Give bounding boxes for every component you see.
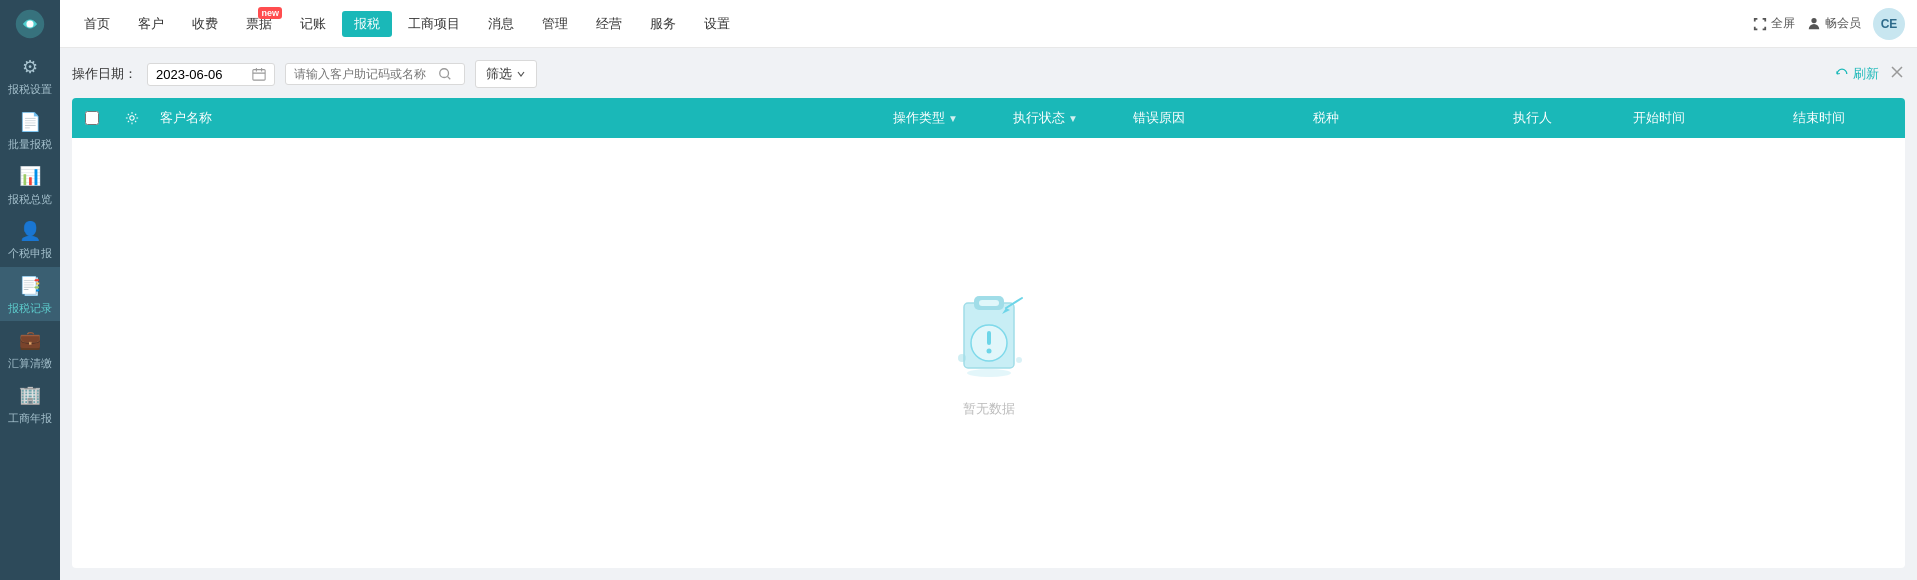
svg-point-1 — [26, 20, 33, 27]
nav-item-baoshui[interactable]: 报税 — [342, 11, 392, 37]
th-shuizhong: 税种 — [1305, 109, 1505, 127]
toolbar: 操作日期： 筛选 — [72, 60, 1905, 88]
nav-item-gongshanxiangmu[interactable]: 工商项目 — [396, 11, 472, 37]
svg-rect-7 — [979, 300, 999, 306]
nav-item-shezhi[interactable]: 设置 — [692, 11, 742, 37]
calendar-icon — [252, 67, 266, 81]
geshuishenbao-icon: 👤 — [19, 220, 41, 243]
content-area: 操作日期： 筛选 — [60, 48, 1917, 580]
gongshangnianba-icon: 🏢 — [19, 384, 41, 407]
svg-point-10 — [986, 349, 991, 354]
svg-point-13 — [967, 369, 1011, 377]
sidebar-item-piliangshuishui-label: 批量报税 — [8, 137, 52, 151]
select-all-checkbox[interactable] — [85, 111, 99, 125]
chevron-down-icon — [516, 69, 526, 79]
date-picker[interactable] — [147, 63, 275, 86]
nav-item-jizhang[interactable]: 记账 — [288, 11, 338, 37]
nav-item-kehu[interactable]: 客户 — [126, 11, 176, 37]
th-zhixing-ren: 执行人 — [1505, 109, 1625, 127]
nav-item-shouye[interactable]: 首页 — [72, 11, 122, 37]
search-input[interactable] — [294, 67, 434, 81]
th-gear[interactable] — [112, 111, 152, 125]
sidebar-item-piliangshuishui[interactable]: 📄 批量报税 — [0, 103, 60, 158]
nav-item-piaoju[interactable]: 票据 new — [234, 11, 284, 37]
baoshuijilu-icon: 📑 — [19, 275, 41, 298]
main-area: 首页 客户 收费 票据 new 记账 报税 工商项目 消息 — [60, 0, 1917, 580]
th-kaishi-shijian: 开始时间 — [1625, 109, 1785, 127]
empty-illustration — [944, 288, 1034, 388]
sidebar-item-geshuishenbao-label: 个税申报 — [8, 246, 52, 260]
close-button[interactable] — [1889, 64, 1905, 84]
baoshuishezhi-icon: ⚙ — [22, 56, 38, 79]
search-box[interactable] — [285, 63, 465, 85]
sidebar-item-baoshuijilu-label: 报税记录 — [8, 301, 52, 315]
huisuanjiaona-icon: 💼 — [19, 329, 41, 352]
date-input-field[interactable] — [156, 67, 246, 82]
refresh-button[interactable]: 刷新 — [1835, 65, 1879, 83]
search-icon — [438, 67, 452, 81]
fullscreen-button[interactable]: 全屏 — [1753, 15, 1795, 32]
sidebar-item-geshuishenbao[interactable]: 👤 个税申报 — [0, 212, 60, 267]
nav-items: 首页 客户 收费 票据 new 记账 报税 工商项目 消息 — [72, 11, 1753, 37]
svg-rect-2 — [253, 70, 265, 81]
svg-point-14 — [958, 354, 966, 362]
sidebar-item-baoshuijilu[interactable]: 📑 报税记录 — [0, 267, 60, 322]
sidebar-item-gongshangnianba-label: 工商年报 — [8, 411, 52, 425]
nav-item-shoufei[interactable]: 收费 — [180, 11, 230, 37]
filter-button[interactable]: 筛选 — [475, 60, 537, 88]
sidebar-item-baoshuishezhi[interactable]: ⚙ 报税设置 — [0, 48, 60, 103]
th-kehu-mingcheng: 客户名称 — [152, 109, 885, 127]
table-header: 客户名称 操作类型 ▼ 执行状态 ▼ 错误原因 税种 执行人 — [72, 98, 1905, 138]
svg-point-4 — [130, 116, 134, 120]
th-caozuo-leixing[interactable]: 操作类型 ▼ — [885, 109, 1005, 127]
nav-item-xiaoxi[interactable]: 消息 — [476, 11, 526, 37]
nav-item-jingying[interactable]: 经营 — [584, 11, 634, 37]
sidebar: ⚙ 报税设置 📄 批量报税 📊 报税总览 👤 个税申报 📑 报税记录 💼 汇算清… — [0, 0, 60, 580]
th-jieshu-shijian: 结束时间 — [1785, 109, 1905, 127]
gear-icon — [125, 111, 139, 125]
sidebar-item-baoshuizonglan[interactable]: 📊 报税总览 — [0, 157, 60, 212]
top-navigation: 首页 客户 收费 票据 new 记账 报税 工商项目 消息 — [60, 0, 1917, 48]
piaoju-badge: new — [258, 7, 282, 19]
sidebar-item-baoshuizonglan-label: 报税总览 — [8, 192, 52, 206]
sidebar-item-huisuanjiaona[interactable]: 💼 汇算清缴 — [0, 321, 60, 376]
th-cuowu-yuanyin: 错误原因 — [1125, 109, 1305, 127]
th-checkbox[interactable] — [72, 111, 112, 125]
sort-zhixing-icon: ▼ — [1068, 113, 1078, 124]
sidebar-item-huisuanjiaona-label: 汇算清缴 — [8, 356, 52, 370]
sidebar-item-baoshuishezhi-label: 报税设置 — [8, 82, 52, 96]
refresh-label: 刷新 — [1853, 65, 1879, 83]
nav-item-guanli[interactable]: 管理 — [530, 11, 580, 37]
user-avatar[interactable]: CE — [1873, 8, 1905, 40]
sidebar-logo — [0, 0, 60, 48]
empty-state: 暂无数据 — [72, 138, 1905, 568]
data-table: 客户名称 操作类型 ▼ 执行状态 ▼ 错误原因 税种 执行人 — [72, 98, 1905, 568]
filter-label: 筛选 — [486, 65, 512, 83]
refresh-icon — [1835, 67, 1849, 81]
date-label: 操作日期： — [72, 65, 137, 83]
th-zhixing-zhuangtai[interactable]: 执行状态 ▼ — [1005, 109, 1125, 127]
svg-rect-9 — [987, 331, 991, 345]
fullscreen-icon — [1753, 17, 1767, 31]
empty-text: 暂无数据 — [963, 400, 1015, 418]
svg-point-3 — [440, 69, 449, 78]
piliangshuishui-icon: 📄 — [19, 111, 41, 134]
baoshuizonglan-icon: 📊 — [19, 165, 41, 188]
sort-caozuo-icon: ▼ — [948, 113, 958, 124]
member-icon — [1807, 17, 1821, 31]
sidebar-item-gongshangnianba[interactable]: 🏢 工商年报 — [0, 376, 60, 431]
svg-point-15 — [1016, 357, 1022, 363]
nav-item-fuwu[interactable]: 服务 — [638, 11, 688, 37]
nav-right-actions: 全屏 畅会员 CE — [1753, 8, 1905, 40]
member-button[interactable]: 畅会员 — [1807, 15, 1861, 32]
close-icon — [1889, 64, 1905, 80]
